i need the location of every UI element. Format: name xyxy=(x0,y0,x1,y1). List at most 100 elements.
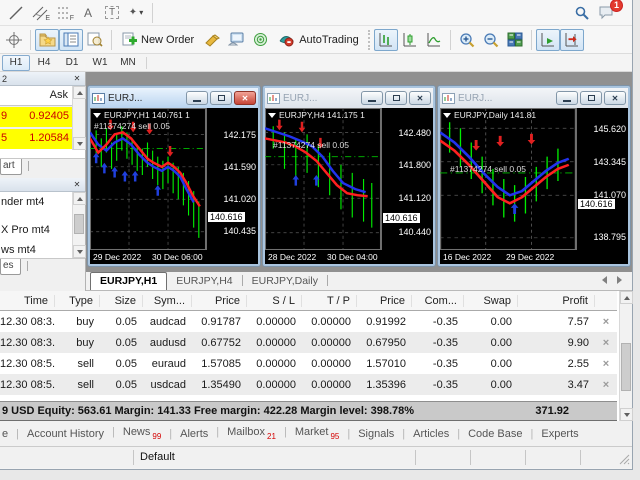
chart-window-titlebar[interactable]: EURJ... ✕ xyxy=(265,88,433,108)
text-tool-icon[interactable]: A xyxy=(76,2,100,24)
close-button[interactable]: ✕ xyxy=(234,91,256,105)
chart-canvas[interactable]: EURJPY,Daily 141.81 #11374274 sell 0.05 … xyxy=(440,108,628,264)
header-commission[interactable]: Com... xyxy=(412,294,464,307)
navigator-item[interactable]: X Pro mt4 xyxy=(1,224,50,236)
candlestick-chart-icon[interactable] xyxy=(398,29,422,51)
toolbar-separator xyxy=(449,29,451,50)
tab-articles[interactable]: Articles xyxy=(394,428,449,440)
tab-signals[interactable]: Signals xyxy=(339,428,394,440)
symbol-picker-icon[interactable] xyxy=(93,112,101,118)
trade-row-usdcad[interactable]: 12.30 08:5... sell 0.05 usdcad 1.35490 0… xyxy=(0,374,617,395)
header-sl[interactable]: S / L xyxy=(247,294,302,307)
chart-tab-eurjpy-daily[interactable]: EURJPY,Daily xyxy=(243,273,327,290)
terminal-scrollbar[interactable] xyxy=(619,291,633,421)
navigator-scrollbar[interactable] xyxy=(72,192,86,258)
market-watch-titlebar[interactable]: 2 ✕ xyxy=(0,72,85,86)
market-watch-scrollbar[interactable] xyxy=(72,86,86,150)
resize-grip[interactable] xyxy=(617,452,630,465)
timeframe-d1[interactable]: D1 xyxy=(58,55,86,71)
symbol-picker-icon[interactable] xyxy=(268,112,276,118)
data-window-icon[interactable] xyxy=(83,29,107,51)
tile-windows-icon[interactable] xyxy=(503,29,527,51)
close-button[interactable]: ✕ xyxy=(604,91,626,105)
minimize-button[interactable] xyxy=(556,91,578,105)
header-swap[interactable]: Swap xyxy=(464,294,518,307)
header-tp[interactable]: T / P xyxy=(302,294,357,307)
chart-window-eurjpy-h4[interactable]: EURJ... ✕ EURJPY,H4 141.175 1 #11374274 … xyxy=(263,86,435,266)
close-position-icon[interactable]: × xyxy=(595,316,617,328)
chart-tab-eurjpy-h1[interactable]: EURJPY,H1 xyxy=(90,272,168,290)
close-position-icon[interactable]: × xyxy=(595,337,617,349)
trendline-icon[interactable] xyxy=(4,2,28,24)
terminal-icon[interactable] xyxy=(224,29,248,51)
metaeditor-icon[interactable] xyxy=(200,29,224,51)
close-position-icon[interactable]: × xyxy=(595,379,617,391)
minimize-button[interactable] xyxy=(186,91,208,105)
crosshair-icon[interactable] xyxy=(2,29,26,51)
trade-row-audusd[interactable]: 12.30 08:3... buy 0.05 audusd 0.67752 0.… xyxy=(0,332,617,353)
close-button[interactable]: ✕ xyxy=(409,91,431,105)
market-watch-icon[interactable] xyxy=(59,28,83,51)
header-profit[interactable]: Profit xyxy=(518,294,595,307)
close-position-icon[interactable]: × xyxy=(595,358,617,370)
navigator-item[interactable]: ws mt4 xyxy=(1,244,36,256)
zoom-out-icon[interactable] xyxy=(479,29,503,51)
fibonacci-icon[interactable]: F xyxy=(52,2,76,24)
tab-scroll-left-icon[interactable] xyxy=(602,276,607,284)
profile-cell[interactable]: Default xyxy=(140,451,175,463)
chart-window-titlebar[interactable]: EURJ... ✕ xyxy=(440,88,628,108)
trade-row-audcad[interactable]: 12.30 08:3... buy 0.05 audcad 0.91787 0.… xyxy=(0,311,617,332)
chart-canvas[interactable]: EURJPY,H1 140.761 1 #11374274 sell 0.05 … xyxy=(90,108,258,264)
timeframe-mn[interactable]: MN xyxy=(114,55,142,71)
trade-row-euraud[interactable]: 12.30 08:5... sell 0.05 euraud 1.57085 0… xyxy=(0,353,617,374)
bar-chart-icon[interactable] xyxy=(373,28,398,51)
chart-window-eurjpy-daily[interactable]: EURJ... ✕ EURJPY,Daily 141.81 #11374274 … xyxy=(438,86,630,266)
header-size[interactable]: Size xyxy=(100,294,143,307)
timeframe-h1[interactable]: H1 xyxy=(2,54,30,71)
restore-button[interactable] xyxy=(580,91,602,105)
tab-account-history[interactable]: Account History xyxy=(8,428,104,440)
market-badge: 95 xyxy=(330,432,340,441)
header-symbol[interactable]: Sym... xyxy=(143,294,192,307)
new-order-button[interactable]: New Order xyxy=(116,29,200,51)
minimize-button[interactable] xyxy=(361,91,383,105)
line-chart-icon[interactable] xyxy=(422,29,446,51)
tab-scroll-right-icon[interactable] xyxy=(617,276,622,284)
arrows-tool-icon[interactable]: ✦ ▾ xyxy=(124,2,148,24)
header-price-open[interactable]: Price xyxy=(192,294,247,307)
navigator-item[interactable]: nder mt4 xyxy=(1,196,44,208)
timeframe-w1[interactable]: W1 xyxy=(86,55,114,71)
autotrading-button[interactable]: AutoTrading xyxy=(272,29,365,51)
text-label-tool-icon[interactable]: T xyxy=(100,2,124,24)
navigator-titlebar[interactable]: ✕ xyxy=(0,178,85,192)
signals-icon[interactable] xyxy=(248,29,272,51)
equidistant-channel-icon[interactable]: E xyxy=(28,2,52,24)
close-icon[interactable]: ✕ xyxy=(71,73,83,84)
tab-code-base[interactable]: Code Base xyxy=(449,428,522,440)
search-icon[interactable] xyxy=(570,2,594,24)
chart-window-titlebar[interactable]: EURJ... ✕ xyxy=(90,88,258,108)
notifications-icon[interactable]: 1 xyxy=(594,0,623,24)
timeframe-h4[interactable]: H4 xyxy=(30,55,58,71)
symbol-picker-icon[interactable] xyxy=(443,112,451,118)
tab-alerts[interactable]: Alerts xyxy=(161,428,208,440)
header-price-current[interactable]: Price xyxy=(357,294,412,307)
header-time[interactable]: Time xyxy=(0,294,55,307)
restore-button[interactable] xyxy=(210,91,232,105)
tab-mailbox[interactable]: Mailbox21 xyxy=(208,426,276,441)
tab-tick-chart-partial[interactable]: art xyxy=(0,159,22,175)
tab-news[interactable]: News99 xyxy=(104,426,161,441)
close-icon[interactable]: ✕ xyxy=(71,179,83,190)
chart-shift-icon[interactable] xyxy=(559,28,584,51)
tab-experts[interactable]: Experts xyxy=(523,428,578,440)
chart-canvas[interactable]: EURJPY,H4 141.175 1 #11374274 sell 0.05 … xyxy=(265,108,433,264)
restore-button[interactable] xyxy=(385,91,407,105)
header-type[interactable]: Type xyxy=(55,294,100,307)
auto-scroll-icon[interactable] xyxy=(535,28,560,51)
chart-tab-eurjpy-h4[interactable]: EURJPY,H4 xyxy=(167,273,241,290)
tab-favorites-partial[interactable]: es xyxy=(0,259,21,275)
chart-window-eurjpy-h1[interactable]: EURJ... ✕ EURJPY,H1 140.761 1 #11374274 … xyxy=(88,86,260,266)
zoom-in-icon[interactable] xyxy=(455,29,479,51)
tab-market[interactable]: Market95 xyxy=(276,426,340,441)
favorites-icon[interactable] xyxy=(35,28,59,51)
